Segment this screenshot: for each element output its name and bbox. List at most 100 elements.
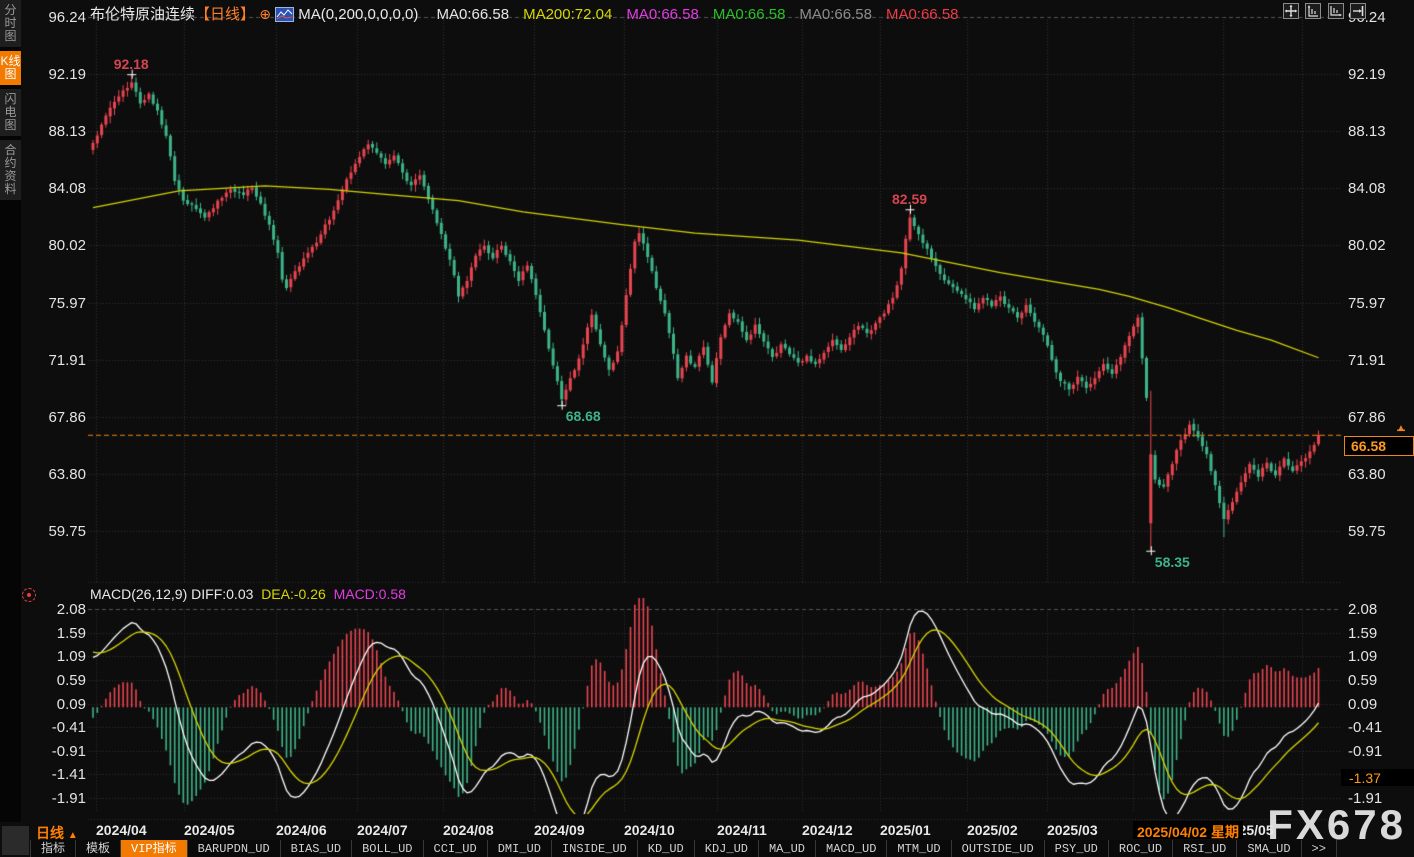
ma-values: MA0:66.58 MA200:72.04 MA0:66.58 MA0:66.58 MA… — [423, 6, 959, 23]
xaxis-month-label: 2025/03 — [1047, 822, 1098, 838]
axis-label: 71.91 — [48, 351, 86, 369]
ma-value: MA0:66.58 — [712, 6, 786, 23]
macd-header: MACD(26,12,9) DIFF:0.03 DEA:-0.26 MACD:0… — [90, 586, 406, 602]
sidebar-tab-2[interactable]: 闪电图 — [0, 89, 21, 136]
period-selector-label: 日线 — [36, 825, 64, 841]
toolbar-item--[interactable]: 模板 — [76, 840, 122, 857]
xaxis-month-label: 2024/09 — [534, 822, 585, 838]
xaxis-month-label: 2024/10 — [624, 822, 675, 838]
crosshair-date-tag: 2025/04/02 星期三 — [1133, 821, 1243, 857]
fit-x-axis-button[interactable] — [1327, 3, 1344, 19]
macd-crosshair-value-tag: -1.37 — [1341, 769, 1414, 786]
toolbar-item-boll-ud[interactable]: BOLL_UD — [352, 840, 424, 857]
axis-label: 80.02 — [48, 237, 86, 255]
instrument-title: 布伦特原油连续 — [90, 6, 196, 23]
axis-label: -0.41 — [1348, 719, 1383, 737]
axis-label: 0.09 — [56, 695, 86, 713]
trading-app-window: 分时图 K线图闪电图合约资料 布伦特原油连续【日线】 ⊕ MA(0,200,0,0… — [0, 0, 1414, 857]
axis-label: 0.59 — [56, 671, 86, 689]
axis-label: 67.86 — [48, 408, 86, 426]
axis-label: 75.97 — [1348, 294, 1386, 312]
ma-value: MA200:72.04 — [523, 6, 613, 23]
chart-title-row: 布伦特原油连续【日线】 ⊕ MA(0,200,0,0,0,0) MA0:66.5… — [90, 3, 959, 24]
axis-label: 96.24 — [48, 9, 86, 26]
axis-label: -1.41 — [51, 766, 86, 784]
xaxis-month-label: 2025/01 — [880, 822, 931, 838]
axis-label: -0.41 — [51, 719, 86, 737]
xaxis-month-label: 2024/06 — [276, 822, 327, 838]
macd-formula: MACD(26,12,9) — [90, 586, 188, 602]
axis-label: 88.13 — [1348, 123, 1386, 141]
chart-toolbuttons — [1281, 3, 1367, 23]
sidebar-tab-0[interactable]: 分时图 — [0, 0, 21, 47]
ma-value: MA0:66.58 — [436, 6, 510, 23]
axis-label: 1.59 — [1348, 624, 1378, 642]
axis-label: 92.19 — [48, 66, 86, 84]
toolbar-item-roc-ud[interactable]: ROC_UD — [1109, 840, 1174, 857]
toolbar-item-barupdn-ud[interactable]: BARUPDN_UD — [188, 840, 281, 857]
axis-label: 1.09 — [56, 648, 86, 666]
axis-label: 80.02 — [1348, 237, 1386, 255]
macd-macd-value: MACD:0.58 — [333, 586, 406, 602]
axis-label: 2.08 — [1348, 601, 1378, 619]
axis-label: 59.75 — [1348, 522, 1386, 540]
axis-label: 2.08 — [56, 601, 86, 619]
axis-label: -1.91 — [1348, 789, 1383, 807]
circle-plus-icon[interactable]: ⊕ — [259, 6, 271, 22]
axis-label: 1.59 — [56, 624, 86, 642]
extreme-price-label: 92.18 — [113, 56, 149, 73]
indicator-settings-icon[interactable] — [22, 588, 36, 602]
extreme-price-label: 58.35 — [1154, 553, 1190, 570]
axis-label: 71.91 — [1348, 351, 1386, 369]
toolbar-item-vip-[interactable]: VIP指标 — [121, 840, 188, 857]
xaxis-month-label: 2024/08 — [443, 822, 494, 838]
xaxis-month-label: 2024/12 — [802, 822, 853, 838]
ma-formula: MA(0,200,0,0,0,0) — [298, 6, 419, 23]
fit-y-axis-button[interactable] — [1305, 3, 1322, 19]
ma-value: MA0:66.58 — [626, 6, 699, 23]
toolbar-item-macd-ud[interactable]: MACD_UD — [816, 840, 888, 857]
toolbar-item--[interactable]: >> — [1302, 840, 1337, 857]
axis-label: 92.19 — [1348, 66, 1386, 84]
toolbar-item-psy-ud[interactable]: PSY_UD — [1045, 840, 1109, 857]
axis-label: 84.08 — [48, 180, 86, 198]
macd-dea-value: DEA:-0.26 — [261, 586, 326, 602]
toolbar-item-cci-ud[interactable]: CCI_UD — [424, 840, 488, 857]
corner-button[interactable] — [2, 826, 29, 855]
axis-label: 63.80 — [1348, 465, 1386, 483]
price-flag-icon[interactable]: ▲ ▔ — [1396, 424, 1406, 442]
mini-chart-icon[interactable] — [275, 7, 295, 22]
toolbar-item-rsi-ud[interactable]: RSI_UD — [1173, 840, 1238, 857]
toolbar-item-kd-ud[interactable]: KD_UD — [638, 840, 695, 857]
extreme-price-label: 82.59 — [892, 191, 928, 208]
toolbar-item-ma-ud[interactable]: MA_UD — [759, 840, 816, 857]
axis-label: 1.09 — [1348, 648, 1378, 666]
axis-label: 75.97 — [48, 294, 86, 312]
pan-crosshair-button[interactable] — [1283, 3, 1299, 19]
period-tag: 【日线】 — [195, 6, 256, 23]
toolbar-item-outside-ud[interactable]: OUTSIDE_UD — [952, 840, 1045, 857]
axis-label: 63.80 — [48, 465, 86, 483]
toolbar-item-sma-ud[interactable]: SMA_UD — [1237, 840, 1302, 857]
ma-value: MA0:66.58 — [799, 6, 872, 23]
extreme-price-label: 68.68 — [565, 408, 601, 425]
axis-label: -1.91 — [51, 789, 86, 807]
ma-value: MA0:66.58 — [885, 6, 959, 23]
xaxis-month-label: 2024/11 — [717, 822, 767, 838]
toolbar-item-dmi-ud[interactable]: DMI_UD — [488, 840, 552, 857]
axis-label: 84.08 — [1348, 180, 1386, 198]
toolbar-item-mtm-ud[interactable]: MTM_UD — [887, 840, 952, 857]
indicator-toolbar: 指标 模板 VIP指标 BARUPDN_UD BIAS_UD BOLL_UD CCI_UD D… — [30, 840, 1337, 857]
sidebar-tab-3[interactable]: 合约资料 — [0, 140, 21, 200]
toolbar-item--[interactable]: 指标 — [30, 840, 77, 857]
toolbar-item-inside-ud[interactable]: INSIDE_UD — [552, 840, 638, 857]
axis-label: -0.91 — [1348, 742, 1383, 760]
toolbar-item-bias-ud[interactable]: BIAS_UD — [281, 840, 353, 857]
xaxis-month-label: 2024/05 — [184, 822, 235, 838]
price-chart-canvas[interactable] — [0, 0, 1414, 857]
macd-diff-value: DIFF:0.03 — [191, 586, 254, 602]
toolbar-item-kdj-ud[interactable]: KDJ_UD — [695, 840, 759, 857]
sidebar-tab-1[interactable]: K线图 — [0, 51, 21, 85]
goto-latest-button[interactable] — [1350, 3, 1367, 19]
left-sidebar: 分时图 K线图闪电图合约资料 — [0, 0, 21, 822]
